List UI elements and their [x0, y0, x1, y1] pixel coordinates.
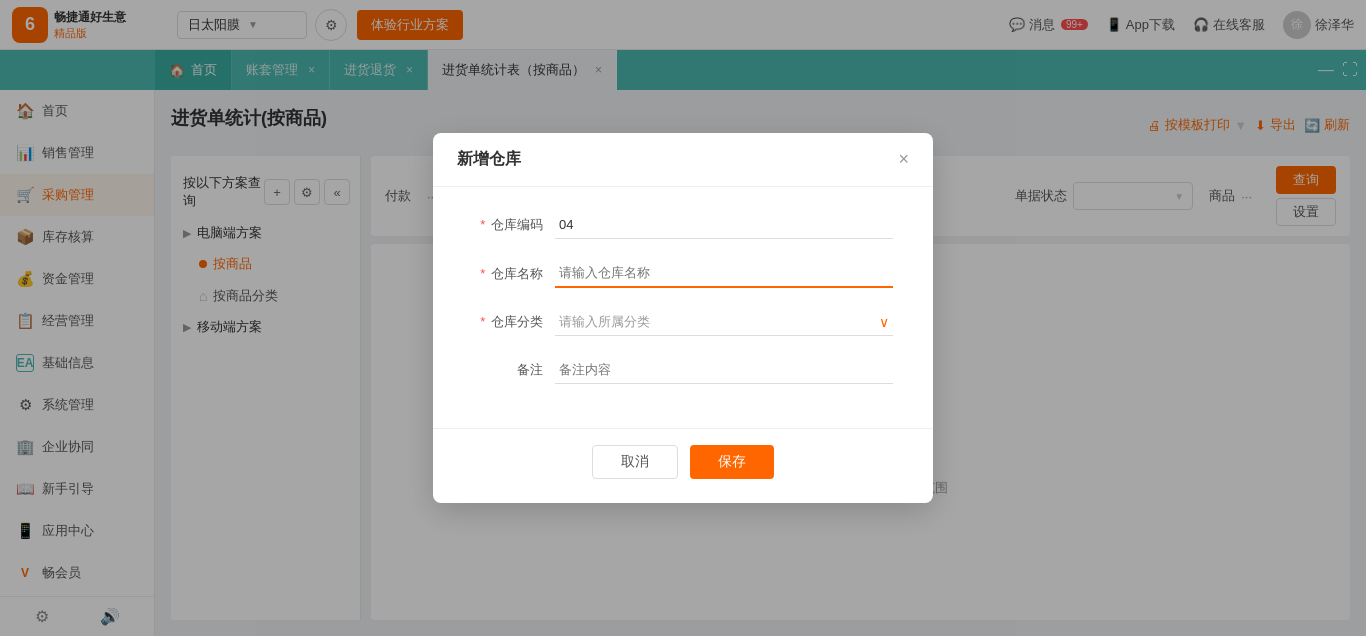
- warehouse-name-input[interactable]: [555, 259, 893, 288]
- warehouse-category-row: * 仓库分类 请输入所属分类 ∨: [473, 308, 893, 336]
- required-star: *: [480, 217, 485, 232]
- modal-header: 新增仓库 ×: [433, 133, 933, 187]
- warehouse-name-label: * 仓库名称: [473, 265, 543, 283]
- warehouse-category-select[interactable]: 请输入所属分类: [555, 308, 893, 336]
- warehouse-code-row: * 仓库编码: [473, 211, 893, 239]
- remark-label: 备注: [473, 361, 543, 379]
- required-star-name: *: [480, 266, 485, 281]
- warehouse-category-select-wrapper: 请输入所属分类 ∨: [555, 308, 893, 336]
- remark-input[interactable]: [555, 356, 893, 384]
- new-warehouse-modal: 新增仓库 × * 仓库编码 * 仓库名称: [433, 133, 933, 503]
- warehouse-category-label: * 仓库分类: [473, 313, 543, 331]
- required-star-cat: *: [480, 314, 485, 329]
- save-button[interactable]: 保存: [690, 445, 774, 479]
- modal-body: * 仓库编码 * 仓库名称 * 仓库分类: [433, 187, 933, 428]
- modal-close-button[interactable]: ×: [898, 149, 909, 170]
- warehouse-name-row: * 仓库名称: [473, 259, 893, 288]
- modal-footer: 取消 保存: [433, 428, 933, 503]
- modal-title: 新增仓库: [457, 149, 521, 170]
- remark-row: 备注: [473, 356, 893, 384]
- cancel-button[interactable]: 取消: [592, 445, 678, 479]
- modal-overlay: 新增仓库 × * 仓库编码 * 仓库名称: [0, 0, 1366, 636]
- warehouse-code-input[interactable]: [555, 211, 893, 239]
- warehouse-code-label: * 仓库编码: [473, 216, 543, 234]
